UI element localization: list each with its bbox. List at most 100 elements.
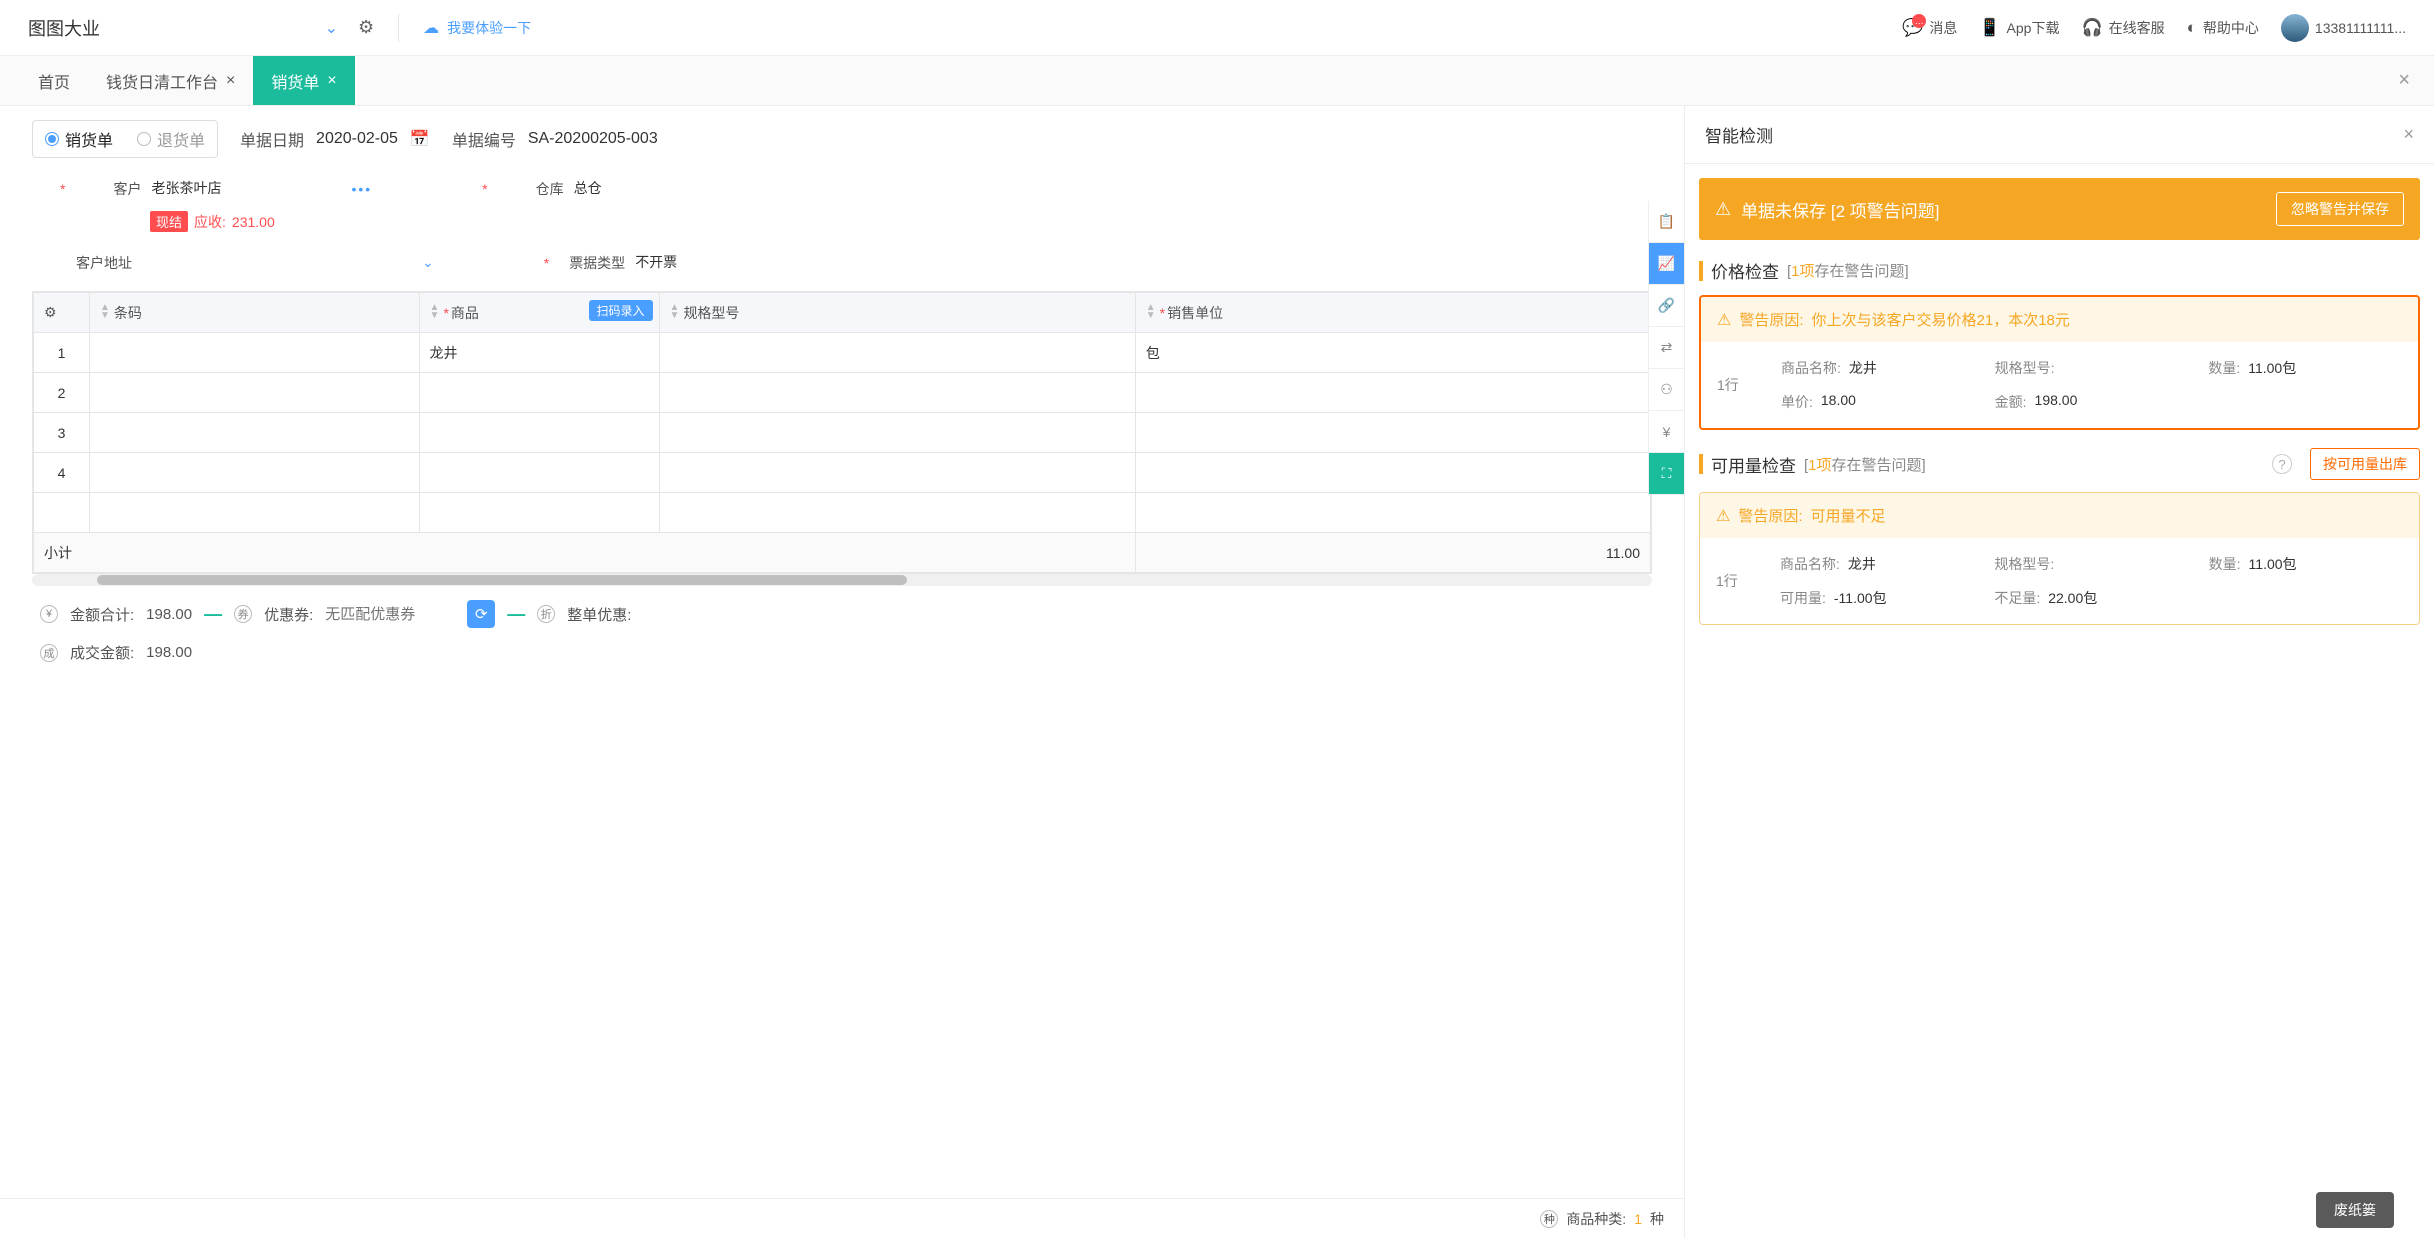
cell-spec[interactable] bbox=[659, 333, 1135, 373]
cell-barcode[interactable] bbox=[90, 373, 420, 413]
stock-warning-detail: 1行 商品名称:龙井 规格型号: 数量:11.00包 可用量:-11.00包 不… bbox=[1700, 538, 2419, 624]
phone-icon: 📱 bbox=[1979, 18, 2000, 38]
tab-sales-order[interactable]: 销货单 × bbox=[253, 56, 354, 105]
col-unit[interactable]: ▲▼*销售单位 bbox=[1135, 293, 1650, 333]
cell-unit[interactable] bbox=[1135, 453, 1650, 493]
warning-icon: ⚠ bbox=[1717, 310, 1731, 330]
tab-home[interactable]: 首页 bbox=[20, 56, 88, 105]
panel-title: 智能检测 bbox=[1705, 122, 1773, 147]
customer-label: 客户 bbox=[69, 179, 141, 199]
doc-date-label: 单据日期 bbox=[240, 127, 304, 151]
col-spec[interactable]: ▲▼规格型号 bbox=[659, 293, 1135, 333]
footer-kind-count: 1 bbox=[1634, 1211, 1642, 1227]
cell-barcode[interactable] bbox=[90, 493, 420, 533]
side-icon-list[interactable]: 📋 bbox=[1649, 201, 1684, 243]
table-row[interactable]: 2 bbox=[34, 373, 1651, 413]
cell-product[interactable] bbox=[419, 493, 659, 533]
table-row[interactable]: 4 bbox=[34, 453, 1651, 493]
panel-close-button[interactable]: × bbox=[2403, 124, 2414, 145]
table-row[interactable]: 3 bbox=[34, 413, 1651, 453]
detail-grid: 商品名称:龙井 规格型号: 数量:11.00包 单价:18.00 金额:198.… bbox=[1781, 358, 2402, 412]
trash-button[interactable]: 废纸篓 bbox=[2316, 1192, 2394, 1228]
close-icon[interactable]: × bbox=[327, 72, 336, 90]
ship-by-available-button[interactable]: 按可用量出库 bbox=[2310, 448, 2420, 480]
app-download-link[interactable]: 📱 App下载 bbox=[1979, 18, 2059, 38]
scan-input-button[interactable]: 扫码录入 bbox=[589, 300, 653, 321]
invoice-field[interactable]: * 票据类型 不开票 bbox=[544, 248, 815, 277]
address-field[interactable]: 客户地址 ⌄ bbox=[60, 253, 434, 273]
table-row[interactable]: 1龙井包 bbox=[34, 333, 1651, 373]
radio-sale[interactable]: 销货单 bbox=[45, 127, 113, 151]
col-barcode[interactable]: ▲▼条码 bbox=[90, 293, 420, 333]
cell-spec[interactable] bbox=[659, 413, 1135, 453]
subtotal-qty: 11.00 bbox=[1135, 533, 1650, 573]
user-menu[interactable]: 13381111111... bbox=[2281, 14, 2406, 42]
tab-workbench[interactable]: 钱货日清工作台 × bbox=[88, 56, 253, 105]
help-icon[interactable]: ? bbox=[2272, 454, 2292, 474]
row-label: 1行 bbox=[1717, 375, 1757, 395]
cell-spec[interactable] bbox=[659, 373, 1135, 413]
cell-barcode[interactable] bbox=[90, 453, 420, 493]
messages-link[interactable]: 💬 … 消息 bbox=[1902, 18, 1957, 38]
scrollbar-thumb[interactable] bbox=[97, 575, 907, 585]
doc-type-row: 销货单 退货单 单据日期 2020-02-05 📅 单据编号 SA-202002… bbox=[0, 106, 1684, 168]
ignore-save-button[interactable]: 忽略警告并保存 bbox=[2276, 192, 2404, 226]
tab-sales-order-label: 销货单 bbox=[271, 69, 319, 93]
cell-product[interactable] bbox=[419, 453, 659, 493]
cell-spec[interactable] bbox=[659, 453, 1135, 493]
stock-check-sub: [1项存在警告问题] bbox=[1804, 454, 1926, 475]
horizontal-scrollbar[interactable] bbox=[32, 574, 1652, 586]
cell-unit[interactable]: 包 bbox=[1135, 333, 1650, 373]
company-selector[interactable]: 图图大业 ⌄ bbox=[28, 15, 338, 41]
tab-workbench-label: 钱货日清工作台 bbox=[106, 69, 218, 93]
help-center-link[interactable]: ◐ 帮助中心 bbox=[2187, 18, 2259, 38]
cell-unit[interactable] bbox=[1135, 493, 1650, 533]
customer-field[interactable]: * 客户 老张茶叶店 ••• bbox=[60, 174, 372, 203]
side-icon-link[interactable]: 🔗 bbox=[1649, 285, 1684, 327]
coupon-input[interactable] bbox=[325, 606, 455, 623]
cell-unit[interactable] bbox=[1135, 373, 1650, 413]
header-right: 💬 … 消息 📱 App下载 🎧 在线客服 ◐ 帮助中心 13381111111… bbox=[1902, 14, 2406, 42]
more-icon[interactable]: ••• bbox=[351, 181, 372, 197]
stock-check-section: 可用量检查 [1项存在警告问题] ? 按可用量出库 ⚠ 警告原因: 可用量不足 … bbox=[1699, 448, 2420, 625]
close-all-tabs[interactable]: × bbox=[2374, 69, 2434, 92]
reason-text: 你上次与该客户交易价格21，本次18元 bbox=[1812, 309, 2070, 330]
close-icon[interactable]: × bbox=[226, 72, 235, 90]
cell-barcode[interactable] bbox=[90, 413, 420, 453]
cell-spec[interactable] bbox=[659, 493, 1135, 533]
warning-banner: ⚠ 单据未保存 [2 项警告问题] 忽略警告并保存 bbox=[1699, 178, 2420, 240]
calendar-icon[interactable]: 📅 bbox=[410, 129, 430, 149]
cell-barcode[interactable] bbox=[90, 333, 420, 373]
settings-icon[interactable]: ⚙ bbox=[358, 17, 374, 38]
table-settings-header[interactable]: ⚙ bbox=[34, 293, 90, 333]
kv-qty-v: 11.00包 bbox=[2249, 554, 2297, 574]
footer-kind-label: 商品种类: bbox=[1566, 1209, 1626, 1229]
col-product[interactable]: ▲▼*商品扫码录入 bbox=[419, 293, 659, 333]
side-icon-exchange[interactable]: ⇄ bbox=[1649, 327, 1684, 369]
totals-section: ¥ 金额合计: 198.00 — 券 优惠券: ⟳ — 折 整单优惠: 成 成交… bbox=[0, 586, 1684, 677]
experience-link[interactable]: ☁ 我要体验一下 bbox=[423, 18, 531, 38]
table-row[interactable] bbox=[34, 493, 1651, 533]
side-icon-expand[interactable]: ⛶ bbox=[1649, 453, 1684, 495]
side-icon-yen[interactable]: ¥ bbox=[1649, 411, 1684, 453]
side-icon-user[interactable]: ⚇ bbox=[1649, 369, 1684, 411]
side-icon-chart[interactable]: 📈 bbox=[1649, 243, 1684, 285]
doc-date-field[interactable]: 单据日期 2020-02-05 📅 bbox=[240, 127, 430, 151]
experience-label: 我要体验一下 bbox=[447, 18, 531, 38]
cell-product[interactable] bbox=[419, 373, 659, 413]
cell-product[interactable] bbox=[419, 413, 659, 453]
bottom-footer: 种 商品种类: 1 种 bbox=[0, 1198, 1684, 1238]
refresh-coupon-button[interactable]: ⟳ bbox=[467, 600, 495, 628]
receivable-label: 应收: bbox=[194, 212, 226, 232]
radio-return[interactable]: 退货单 bbox=[137, 127, 205, 151]
warehouse-field[interactable]: * 仓库 总仓 bbox=[482, 174, 753, 203]
cell-unit[interactable] bbox=[1135, 413, 1650, 453]
yen-icon: ¥ bbox=[40, 605, 58, 623]
cell-product[interactable]: 龙井 bbox=[419, 333, 659, 373]
divider bbox=[398, 14, 399, 42]
chevron-down-icon[interactable]: ⌄ bbox=[422, 254, 434, 271]
app-download-label: App下载 bbox=[2007, 18, 2060, 38]
online-service-link[interactable]: 🎧 在线客服 bbox=[2081, 18, 2164, 38]
kv-qty-v: 11.00包 bbox=[2248, 358, 2296, 378]
row-num: 2 bbox=[34, 373, 90, 413]
